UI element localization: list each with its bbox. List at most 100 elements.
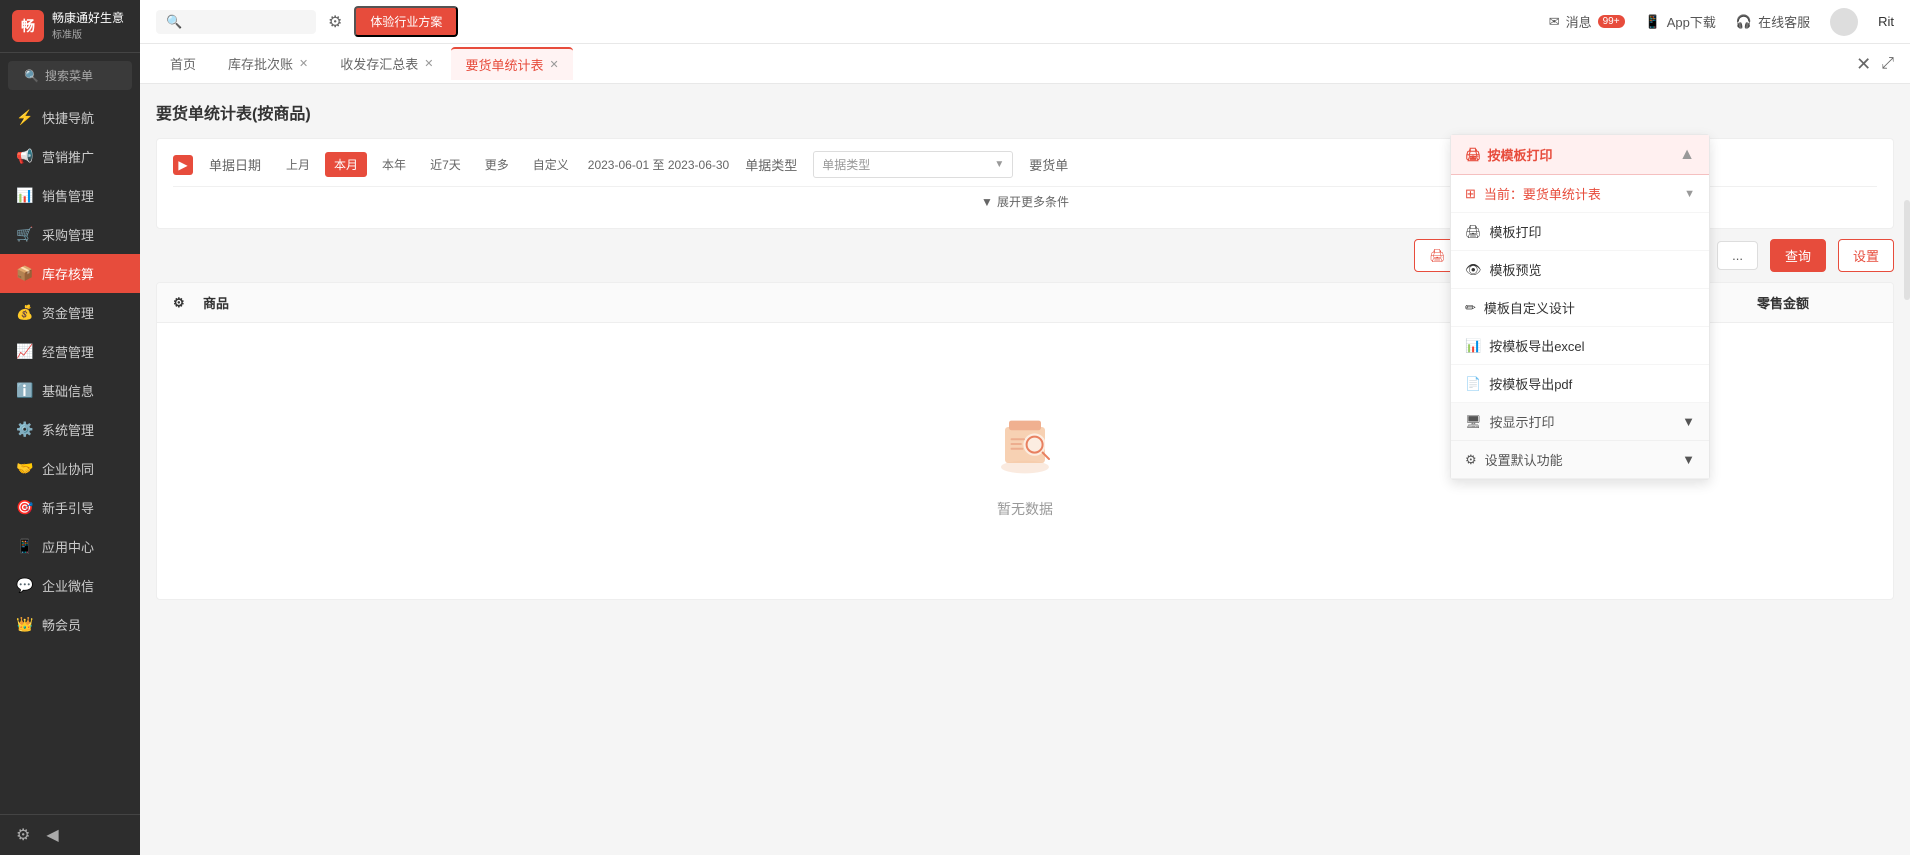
tabbar-close-all[interactable]: ✕ [1856,55,1871,73]
order-type-value: 单据类型 [822,156,870,173]
tab-home[interactable]: 首页 [156,48,210,79]
tabbar-actions: ✕ ⤢ [1856,55,1894,73]
print-menu-set-default[interactable]: ⚙ 设置默认功能 ▼ [1451,441,1709,479]
sidebar-item-label: 畅会员 [42,615,81,634]
app-download-group[interactable]: 📱 App下载 [1645,12,1716,31]
chevron-down-icon: ▼ [981,195,993,209]
date-btn-this-year[interactable]: 本年 [373,152,415,177]
sidebar-item-sales[interactable]: 📊 销售管理 [0,176,140,215]
app-name: 畅康通好生意 [52,11,124,27]
more-button[interactable]: ... [1717,241,1758,270]
right-scrollbar[interactable] [1904,200,1910,300]
order-type-select[interactable]: 单据类型 ▼ [813,151,1013,178]
wechat-icon: 💬 [16,577,34,595]
sidebar: 畅 畅康通好生意 标准版 🔍 搜索菜单 ⚡ 快捷导航 📢 营销推广 📊 销售管理… [0,0,140,855]
sidebar-item-inventory[interactable]: 📦 库存核算 [0,254,140,293]
set-default-label: 设置默认功能 [1485,450,1563,469]
topbar-search-input[interactable] [182,15,302,29]
sales-icon: 📊 [16,187,34,205]
sidebar-item-label: 库存核算 [42,264,94,283]
topbar-gear-icon[interactable]: ⚙ [328,12,342,32]
sidebar-item-enterprise[interactable]: 🤝 企业协同 [0,449,140,488]
basics-icon: ℹ️ [16,382,34,400]
print-menu-template-preview[interactable]: 👁 模板预览 [1451,251,1709,289]
set-default-caret: ▼ [1682,452,1695,467]
sidebar-search[interactable]: 🔍 搜索菜单 [8,61,132,90]
print-menu-template-design[interactable]: ✏ 模板自定义设计 [1451,289,1709,327]
collapse-icon[interactable]: ◀ [46,825,58,845]
date-btn-this-month[interactable]: 本月 [325,152,367,177]
tab-order-stats-close[interactable]: ✕ [550,58,559,71]
tab-receipts-close[interactable]: ✕ [424,57,433,70]
date-btn-more[interactable]: 更多 [476,152,518,177]
sidebar-item-label: 企业协同 [42,459,94,478]
notification-group[interactable]: ✉ 消息 99+ [1549,12,1625,31]
settings-footer-icon[interactable]: ⚙ [16,825,30,845]
display-print-label: 按显示打印 [1490,412,1555,431]
sidebar-item-label: 经营管理 [42,342,94,361]
tab-home-label: 首页 [170,54,196,73]
sidebar-item-quick-nav[interactable]: ⚡ 快捷导航 [0,98,140,137]
sidebar-item-marketing[interactable]: 📢 营销推广 [0,137,140,176]
sidebar-item-system[interactable]: ⚙️ 系统管理 [0,410,140,449]
sidebar-search-label: 搜索菜单 [45,67,93,84]
date-options: 上月 本月 本年 近7天 更多 自定义 2023-06-01 至 2023-06… [277,152,729,177]
member-icon: 👑 [16,616,34,634]
sidebar-item-apps[interactable]: 📱 应用中心 [0,527,140,566]
tab-order-stats[interactable]: 要货单统计表 ✕ [451,47,572,80]
apps-icon: 📱 [16,538,34,556]
topbar-search-box[interactable]: 🔍 [156,10,316,34]
print-menu-export-pdf[interactable]: 📄 按模板导出pdf [1451,365,1709,403]
finance-icon: 💰 [16,304,34,322]
tab-batch-close[interactable]: ✕ [299,57,308,70]
sidebar-item-operations[interactable]: 📈 经营管理 [0,332,140,371]
sidebar-item-basics[interactable]: ℹ️ 基础信息 [0,371,140,410]
trial-button[interactable]: 体验行业方案 [354,6,458,37]
expand-more-label: 展开更多条件 [997,193,1069,210]
export-excel-label: 按模板导出excel [1489,336,1584,355]
marketing-icon: 📢 [16,148,34,166]
date-btn-last-month[interactable]: 上月 [277,152,319,177]
sidebar-item-label: 基础信息 [42,381,94,400]
sidebar-item-finance[interactable]: 💰 资金管理 [0,293,140,332]
tabbar-expand[interactable]: ⤢ [1881,55,1894,73]
settings-button[interactable]: 设置 [1838,239,1894,272]
print-dropdown-header: 🖨 按模板打印 ▲ [1451,135,1709,175]
avatar[interactable] [1830,8,1858,36]
date-btn-custom[interactable]: 自定义 [524,152,578,177]
print-menu-display-print[interactable]: 🖥 按显示打印 ▼ [1451,403,1709,441]
query-button[interactable]: 查询 [1770,239,1826,272]
print-current-caret: ▼ [1684,188,1695,200]
template-preview-icon: 👁 [1465,262,1482,278]
sidebar-item-newbie[interactable]: 🎯 新手引导 [0,488,140,527]
tab-batch[interactable]: 库存批次账 ✕ [214,48,322,79]
print-menu-template-print[interactable]: 🖨 模板打印 [1451,213,1709,251]
headset-icon: 🎧 [1736,14,1752,30]
th-amount: 零售金额 [1757,293,1877,312]
tab-batch-label: 库存批次账 [228,54,293,73]
print-menu-current[interactable]: ⊞ 当前：要货单统计表 ▼ [1451,175,1709,213]
print-dropdown: 🖨 按模板打印 ▲ ⊞ 当前：要货单统计表 ▼ 🖨 模板打印 [1450,134,1710,480]
export-pdf-icon: 📄 [1465,376,1481,392]
main-area: 🔍 ⚙ 体验行业方案 ✉ 消息 99+ 📱 App下载 🎧 在线客服 Rit [140,0,1910,855]
display-print-caret: ▼ [1682,414,1695,429]
more-btn-label: ... [1732,248,1743,263]
topbar-search-icon: 🔍 [166,14,182,30]
app-logo: 畅 畅康通好生意 标准版 [0,0,140,53]
sidebar-item-member[interactable]: 👑 畅会员 [0,605,140,644]
th-gear[interactable]: ⚙ [173,295,203,311]
yh-label: 要货单 [1029,155,1068,174]
sidebar-footer: ⚙ ◀ [0,814,140,855]
tab-receipts[interactable]: 收发存汇总表 ✕ [326,48,447,79]
print-dropdown-collapse-icon[interactable]: ▲ [1679,146,1695,164]
online-service-group[interactable]: 🎧 在线客服 [1736,12,1810,31]
tabbar: 首页 库存批次账 ✕ 收发存汇总表 ✕ 要货单统计表 ✕ ✕ ⤢ [140,44,1910,84]
sidebar-item-purchase[interactable]: 🛒 采购管理 [0,215,140,254]
sidebar-item-wechat[interactable]: 💬 企业微信 [0,566,140,605]
topbar-right: ✉ 消息 99+ 📱 App下载 🎧 在线客服 Rit [1549,8,1894,36]
filter-toggle[interactable]: ▶ [173,155,193,175]
print-menu-export-excel[interactable]: 📊 按模板导出excel [1451,327,1709,365]
date-filter-label: 单据日期 [209,155,261,174]
date-btn-7days[interactable]: 近7天 [421,152,470,177]
print-dropdown-icon: 🖨 [1465,147,1482,163]
